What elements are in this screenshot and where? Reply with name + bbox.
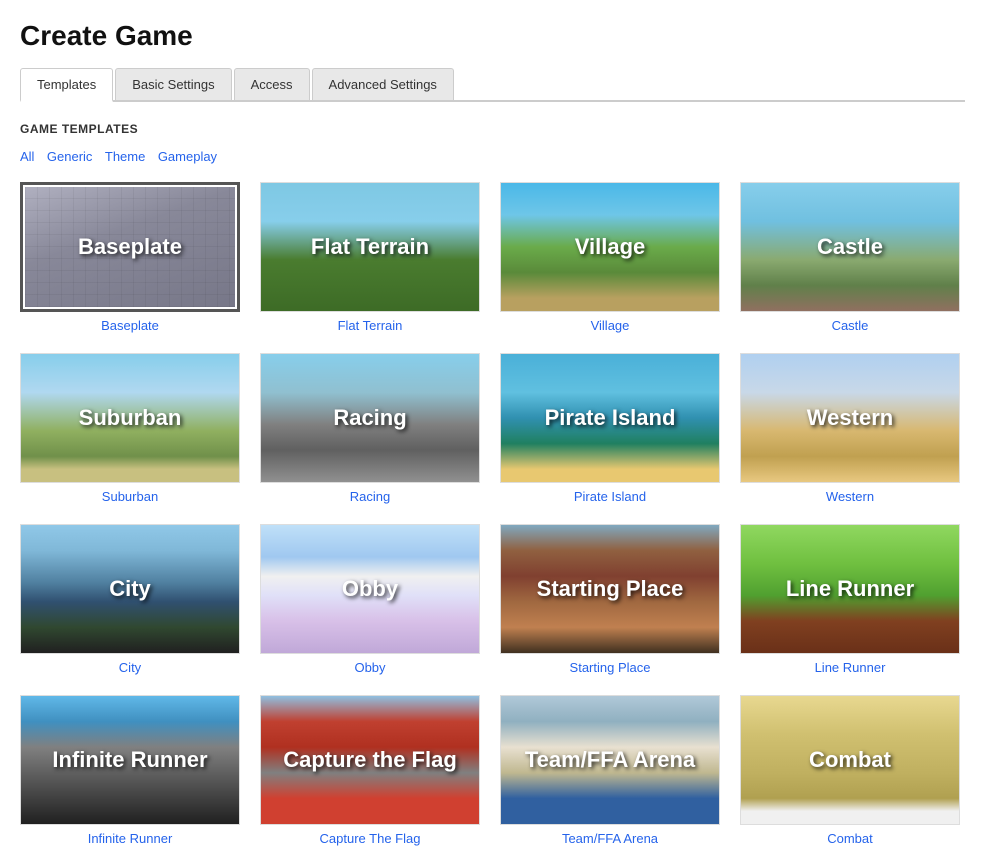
- tab-advanced-settings[interactable]: Advanced Settings: [312, 68, 454, 100]
- template-label-western: Western: [807, 405, 893, 431]
- template-label-suburban: Suburban: [79, 405, 182, 431]
- template-item-obby[interactable]: Obby Obby: [260, 524, 480, 675]
- template-item-flat-terrain[interactable]: Flat Terrain Flat Terrain: [260, 182, 480, 333]
- template-name-obby: Obby: [354, 660, 385, 675]
- template-label-line-runner: Line Runner: [786, 576, 914, 602]
- tabs-container: Templates Basic Settings Access Advanced…: [20, 68, 965, 102]
- section-title: GAME TEMPLATES: [20, 122, 965, 136]
- template-name-combat: Combat: [827, 831, 873, 846]
- template-label-obby: Obby: [342, 576, 398, 602]
- template-label-village: Village: [575, 234, 646, 260]
- template-label-city: City: [109, 576, 151, 602]
- template-item-suburban[interactable]: Suburban Suburban: [20, 353, 240, 504]
- template-name-pirate-island: Pirate Island: [574, 489, 646, 504]
- template-name-village: Village: [591, 318, 630, 333]
- template-name-starting-place: Starting Place: [570, 660, 651, 675]
- template-item-city[interactable]: City City: [20, 524, 240, 675]
- template-name-castle: Castle: [832, 318, 869, 333]
- filter-links: All Generic Theme Gameplay: [20, 148, 965, 166]
- template-item-line-runner[interactable]: Line Runner Line Runner: [740, 524, 960, 675]
- template-label-combat: Combat: [809, 747, 891, 773]
- filter-theme[interactable]: Theme: [105, 149, 145, 164]
- tab-access[interactable]: Access: [234, 68, 310, 100]
- template-label-infinite-runner: Infinite Runner: [52, 747, 207, 773]
- template-name-western: Western: [826, 489, 874, 504]
- template-name-suburban: Suburban: [102, 489, 158, 504]
- template-item-western[interactable]: Western Western: [740, 353, 960, 504]
- template-name-capture-flag: Capture The Flag: [320, 831, 421, 846]
- template-name-city: City: [119, 660, 141, 675]
- template-item-pirate-island[interactable]: Pirate Island Pirate Island: [500, 353, 720, 504]
- template-name-baseplate: Baseplate: [101, 318, 159, 333]
- tab-templates[interactable]: Templates: [20, 68, 113, 102]
- template-label-castle: Castle: [817, 234, 883, 260]
- template-item-starting-place[interactable]: Starting Place Starting Place: [500, 524, 720, 675]
- template-label-pirate-island: Pirate Island: [545, 405, 676, 431]
- templates-grid: BaseplateBaseplateFlat TerrainFlat Terra…: [20, 182, 965, 846]
- template-name-line-runner: Line Runner: [815, 660, 886, 675]
- template-name-team-arena: Team/FFA Arena: [562, 831, 658, 846]
- template-name-racing: Racing: [350, 489, 390, 504]
- template-item-village[interactable]: Village Village: [500, 182, 720, 333]
- template-label-racing: Racing: [333, 405, 406, 431]
- template-label-flat-terrain: Flat Terrain: [311, 234, 429, 260]
- template-item-racing[interactable]: Racing Racing: [260, 353, 480, 504]
- template-item-combat[interactable]: Combat Combat: [740, 695, 960, 846]
- template-item-capture-flag[interactable]: Capture the Flag Capture The Flag: [260, 695, 480, 846]
- template-name-flat-terrain: Flat Terrain: [338, 318, 403, 333]
- template-item-team-arena[interactable]: Team/FFA Arena Team/FFA Arena: [500, 695, 720, 846]
- template-name-infinite-runner: Infinite Runner: [88, 831, 173, 846]
- template-label-team-arena: Team/FFA Arena: [525, 747, 695, 773]
- filter-gameplay[interactable]: Gameplay: [158, 149, 217, 164]
- template-label-baseplate: Baseplate: [78, 234, 182, 260]
- page-title: Create Game: [20, 20, 965, 52]
- filter-generic[interactable]: Generic: [47, 149, 93, 164]
- template-item-castle[interactable]: Castle Castle: [740, 182, 960, 333]
- filter-all[interactable]: All: [20, 149, 34, 164]
- template-item-infinite-runner[interactable]: Infinite Runner Infinite Runner: [20, 695, 240, 846]
- template-label-capture-flag: Capture the Flag: [283, 747, 457, 773]
- tab-basic-settings[interactable]: Basic Settings: [115, 68, 231, 100]
- template-item-baseplate[interactable]: Baseplate Baseplate: [20, 182, 240, 333]
- template-label-starting-place: Starting Place: [537, 576, 684, 602]
